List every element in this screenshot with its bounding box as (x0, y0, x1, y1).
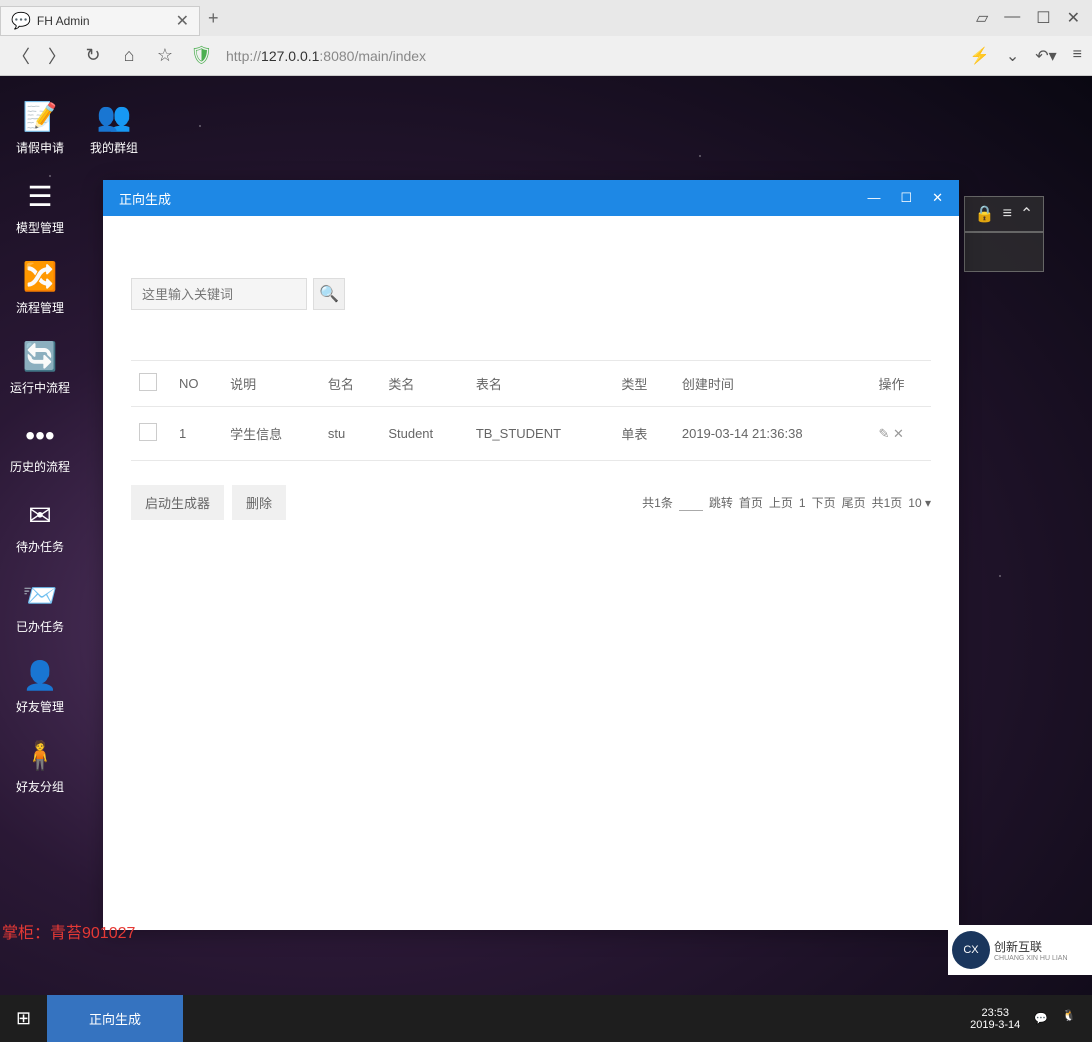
modal-close-icon[interactable]: ✕ (932, 190, 943, 206)
col-no: NO (171, 361, 222, 407)
minimize-icon[interactable]: — (1004, 8, 1020, 28)
list-icon[interactable]: ≡ (1003, 205, 1012, 223)
envelope-icon: ✉ (28, 499, 51, 532)
new-tab-button[interactable]: + (208, 8, 219, 29)
tab-title: FH Admin (37, 14, 176, 28)
prev-page-link[interactable]: 上页 (769, 494, 793, 511)
lock-icon[interactable]: 🔒 (975, 204, 995, 224)
close-window-icon[interactable]: ✕ (1067, 8, 1080, 28)
notification-icon[interactable]: 💬 (1034, 1012, 1048, 1025)
col-tbl: 表名 (468, 361, 614, 407)
table-row[interactable]: 1 学生信息 stu Student TB_STUDENT 单表 2019-03… (131, 407, 931, 461)
background-panel-toolbar: 🔒 ≡ ⌃ (964, 196, 1044, 232)
sidebar-item-friends[interactable]: 👤 好友管理 (0, 645, 80, 725)
col-desc: 说明 (222, 361, 320, 407)
col-type: 类型 (613, 361, 673, 407)
modal-header[interactable]: 正向生成 — ☐ ✕ (103, 180, 959, 216)
page-input[interactable] (679, 495, 703, 511)
data-table: NO 说明 包名 类名 表名 类型 创建时间 操作 1 学生信息 (131, 360, 931, 461)
undo-icon[interactable]: ↶▾ (1035, 46, 1056, 66)
current-page: 1 (799, 496, 806, 510)
sidebar-item-flow[interactable]: 🔀 流程管理 (0, 246, 80, 326)
desktop-area: 📝 请假申请 ☰ 模型管理 🔀 流程管理 🔄 运行中流程 ••• 历史的流程 ✉… (0, 76, 1092, 995)
back-icon[interactable]: 〈 (10, 43, 32, 69)
sidebar-item-model[interactable]: ☰ 模型管理 (0, 166, 80, 246)
modal-generate: 正向生成 — ☐ ✕ 🔍 NO 说明 (103, 180, 959, 930)
jump-link[interactable]: 跳转 (709, 494, 733, 511)
sidebar-item-done[interactable]: 📨 已办任务 (0, 565, 80, 645)
envelope-open-icon: 📨 (23, 579, 58, 612)
bolt-icon[interactable]: ⚡ (970, 46, 990, 66)
search-input[interactable] (131, 278, 307, 310)
tab-favicon: 💬 (11, 11, 31, 31)
sidebar-item-history[interactable]: ••• 历史的流程 (0, 406, 80, 485)
browser-tab-bar: 💬 FH Admin ✕ + ▱ — ☐ ✕ (0, 0, 1092, 36)
bars-icon: ☰ (27, 180, 52, 213)
row-checkbox[interactable] (139, 423, 157, 441)
search-icon: 🔍 (319, 284, 339, 304)
sidebar-item-friendgroup[interactable]: 🧍 好友分组 (0, 725, 80, 805)
menu-icon[interactable]: ≡ (1073, 46, 1082, 66)
favorite-icon[interactable]: ☆ (154, 45, 176, 66)
close-icon[interactable]: ✕ (176, 11, 189, 31)
edit-icon[interactable]: ✎ (879, 426, 890, 441)
modal-title: 正向生成 (119, 189, 867, 208)
group-icon: 👥 (97, 100, 132, 133)
url-bar: 〈 〉 ↻ ⌂ ☆ 🛡 http://127.0.0.1:8080/main/i… (0, 36, 1092, 76)
start-generator-button[interactable]: 启动生成器 (131, 485, 224, 520)
first-page-link[interactable]: 首页 (739, 494, 763, 511)
select-all-checkbox[interactable] (139, 373, 157, 391)
delete-button[interactable]: 删除 (232, 485, 286, 520)
home-icon[interactable]: ⌂ (118, 45, 140, 66)
reload-icon[interactable]: ↻ (82, 45, 104, 66)
watermark-text: 掌柜：青苔901027 (2, 919, 135, 943)
taskbar-item-active[interactable]: 正向生成 (47, 995, 183, 1042)
shield-icon[interactable]: 🛡 (190, 45, 212, 66)
forward-icon[interactable]: 〉 (46, 43, 68, 69)
sidebar-item-todo[interactable]: ✉ 待办任务 (0, 485, 80, 565)
person-icon: 🧍 (23, 739, 58, 772)
top-icon-mygroup[interactable]: 👥 我的群组 (90, 86, 138, 170)
maximize-icon[interactable]: ☐ (1036, 8, 1050, 28)
col-ctime: 创建时间 (674, 361, 871, 407)
brand-logo: CX 创新互联 CHUANG XIN HU LIAN (948, 925, 1092, 975)
qq-icon[interactable]: 🐧 (1062, 1009, 1082, 1029)
background-panel-body (964, 232, 1044, 272)
start-button[interactable]: ⊞ (0, 995, 47, 1042)
col-cls: 类名 (380, 361, 467, 407)
shuffle-icon: 🔀 (23, 260, 58, 293)
modal-minimize-icon[interactable]: — (867, 190, 880, 206)
browser-tab[interactable]: 💬 FH Admin ✕ (0, 6, 200, 36)
user-icon: 👤 (23, 659, 58, 692)
modal-maximize-icon[interactable]: ☐ (900, 190, 912, 206)
refresh-icon: 🔄 (23, 340, 58, 373)
dropdown-icon[interactable]: ⌄ (1006, 46, 1019, 66)
pagination: 共1条 跳转 首页 上页 1 下页 尾页 共1页 10 ▾ (642, 494, 931, 511)
sidebar-item-leave[interactable]: 📝 请假申请 (0, 86, 80, 166)
url-input[interactable]: http://127.0.0.1:8080/main/index (226, 48, 956, 64)
page-size-select[interactable]: 10 ▾ (908, 496, 931, 510)
sidebar-item-running[interactable]: 🔄 运行中流程 (0, 326, 80, 406)
search-button[interactable]: 🔍 (313, 278, 345, 310)
reading-mode-icon[interactable]: ▱ (976, 8, 988, 28)
sidebar: 📝 请假申请 ☰ 模型管理 🔀 流程管理 🔄 运行中流程 ••• 历史的流程 ✉… (0, 86, 80, 805)
delete-row-icon[interactable]: ✕ (893, 426, 904, 441)
logo-icon: CX (952, 931, 990, 969)
taskbar-clock[interactable]: 23:53 2019-3-14 (970, 1007, 1020, 1031)
last-page-link[interactable]: 尾页 (842, 494, 866, 511)
taskbar: ⊞ 正向生成 23:53 2019-3-14 💬 🐧 (0, 995, 1092, 1042)
chevron-up-icon[interactable]: ⌃ (1020, 204, 1033, 224)
dots-icon: ••• (25, 420, 54, 452)
col-action: 操作 (871, 361, 931, 407)
next-page-link[interactable]: 下页 (812, 494, 836, 511)
col-pkg: 包名 (320, 361, 380, 407)
edit-square-icon: 📝 (23, 100, 58, 133)
